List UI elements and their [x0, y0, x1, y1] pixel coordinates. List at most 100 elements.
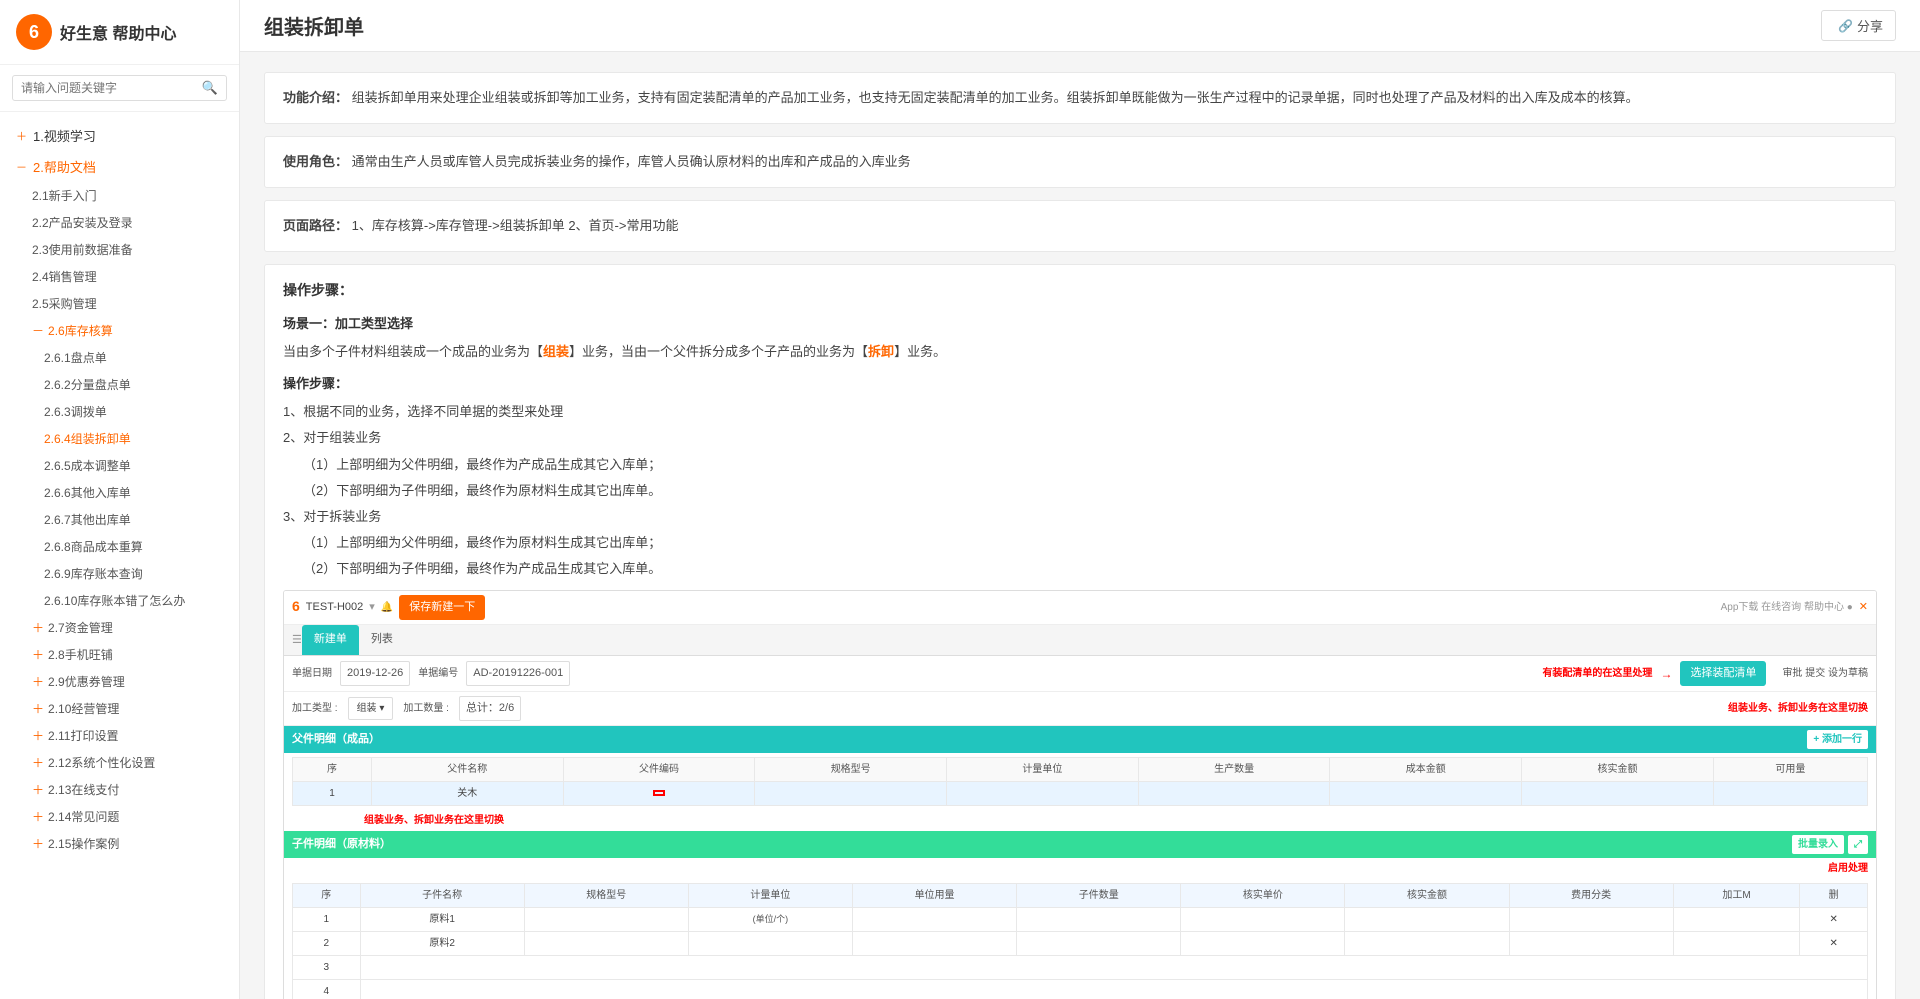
- nav-label-213: 2.13在线支付: [48, 781, 119, 798]
- nav-item-214[interactable]: ＋ 2.14常见问题: [0, 803, 239, 830]
- th-unit: 计量单位: [947, 757, 1139, 781]
- share-icon: 🔗: [1838, 19, 1853, 33]
- nav-item-264[interactable]: 2.6.4组装拆卸单: [0, 425, 239, 452]
- nav-item-213[interactable]: ＋ 2.13在线支付: [0, 776, 239, 803]
- nav-item-212[interactable]: ＋ 2.12系统个性化设置: [0, 749, 239, 776]
- mock-tab-new[interactable]: 新建单: [302, 625, 359, 656]
- ops-card: 操作步骤： 场景一：加工类型选择 当由多个子件材料组装成一个成品的业务为【组装】…: [264, 264, 1896, 999]
- path-card: 页面路径： 1、库存核算->库存管理->组装拆卸单 2、首页->常用功能: [264, 200, 1896, 252]
- mock-type-label: 加工类型 :: [292, 700, 338, 717]
- section-header-actions: + 添加一行: [1807, 730, 1868, 749]
- mock-orange-btn[interactable]: 保存新建一下: [399, 595, 485, 620]
- mock-annotation2-row: 组装业务、拆卸业务在这里切换: [284, 810, 1876, 831]
- mock-type-select[interactable]: 组装 ▾: [348, 697, 394, 720]
- batch-add-btn[interactable]: 批量录入: [1792, 835, 1844, 854]
- mock-toolbar: 单据日期 2019-12-26 单据编号 AD-20191226-001 有装配…: [284, 656, 1876, 692]
- annotation3-text: 启用处理: [1828, 860, 1868, 877]
- nav-item-videos[interactable]: ＋ 1.视频学习: [0, 120, 239, 151]
- nav-item-23[interactable]: 2.3使用前数据准备: [0, 236, 239, 263]
- top-bar: 组装拆卸单 🔗 分享: [240, 0, 1920, 52]
- scenario1-desc-text: 当由多个子件材料组装成一个成品的业务为【组装】业务，当由一个父件拆分成多个子产品…: [283, 344, 946, 359]
- mock-bill-label: 单据编号: [418, 665, 458, 682]
- table-row: 4: [293, 979, 1868, 999]
- mock-left-nav: ☰: [292, 625, 302, 656]
- annotation1: 有装配清单的在这里处理: [1542, 665, 1652, 682]
- mock-bill-field: AD-20191226-001: [466, 661, 570, 686]
- nav-item-269[interactable]: 2.6.9库存账本查询: [0, 560, 239, 587]
- nav-item-267[interactable]: 2.6.7其他出库单: [0, 506, 239, 533]
- search-input[interactable]: [21, 81, 202, 95]
- th-seq: 序: [293, 757, 372, 781]
- nav-label-263: 2.6.3调拨单: [44, 405, 107, 419]
- minus-icon: －: [16, 159, 27, 175]
- nav-item-22[interactable]: 2.2产品安装及登录: [0, 209, 239, 236]
- scenario1-desc: 当由多个子件材料组装成一个成品的业务为【组装】业务，当由一个父件拆分成多个子产品…: [283, 341, 1877, 363]
- nav-item-265[interactable]: 2.6.5成本调整单: [0, 452, 239, 479]
- mock-date-field: 2019-12-26: [340, 661, 410, 686]
- nav-item-215[interactable]: ＋ 2.15操作案例: [0, 830, 239, 857]
- nav-item-28[interactable]: ＋ 2.8手机旺铺: [0, 641, 239, 668]
- ops-heading: 操作步骤：: [283, 279, 1877, 303]
- mock-top-table-wrapper: 序 父件名称 父件编码 规格型号 计量单位 生产数量 成本金额 核实金额 可用量: [284, 753, 1876, 810]
- annotation2-text: 组装业务、拆卸业务在这里切换: [364, 812, 504, 829]
- mock-tab-list[interactable]: 列表: [359, 625, 405, 656]
- mock-teal-btn[interactable]: 选择装配清单: [1680, 661, 1766, 686]
- intro-label: 功能介绍：: [283, 90, 348, 105]
- page-title: 组装拆卸单: [264, 11, 364, 40]
- nav-item-263[interactable]: 2.6.3调拨单: [0, 398, 239, 425]
- nav-item-25[interactable]: 2.5采购管理: [0, 290, 239, 317]
- annotation2: 组装业务、拆卸业务在这里切换: [1728, 700, 1868, 717]
- step3-1: （1）上部明细为父件明细，最终作为原材料生成其它出库单；: [283, 532, 1877, 554]
- intro-text: 组装拆卸单用来处理企业组装或拆卸等加工业务，支持有固定装配清单的产品加工业务，也…: [352, 90, 1639, 105]
- arrow-right-icon: →: [1660, 664, 1672, 684]
- nav-item-266[interactable]: 2.6.6其他入库单: [0, 479, 239, 506]
- content-area: 功能介绍： 组装拆卸单用来处理企业组装或拆卸等加工业务，支持有固定装配清单的产品…: [240, 52, 1920, 999]
- nav-item-docs[interactable]: － 2.帮助文档: [0, 151, 239, 182]
- plus-icon-215: ＋: [32, 835, 44, 852]
- search-box[interactable]: 🔍: [12, 75, 227, 101]
- nav-label-268: 2.6.8商品成本重算: [44, 540, 143, 554]
- nav-label-266: 2.6.6其他入库单: [44, 486, 131, 500]
- add-row-btn[interactable]: + 添加一行: [1807, 730, 1868, 749]
- nav-label-25: 2.5采购管理: [32, 297, 97, 311]
- mock-date-label: 单据日期: [292, 665, 332, 682]
- nav-item-268[interactable]: 2.6.8商品成本重算: [0, 533, 239, 560]
- plus-icon-28: ＋: [32, 646, 44, 663]
- step1: 1、根据不同的业务，选择不同单据的类型来处理: [283, 401, 1877, 423]
- search-icon[interactable]: 🔍: [202, 80, 218, 96]
- nav-item-262[interactable]: 2.6.2分量盘点单: [0, 371, 239, 398]
- scenario1-heading: 场景一：加工类型选择: [283, 313, 1877, 335]
- mock-tabs: ☰ 新建单 列表: [284, 625, 1876, 657]
- nav-item-21[interactable]: 2.1新手入门: [0, 182, 239, 209]
- plus-icon-212: ＋: [32, 754, 44, 771]
- plus-icon-213: ＋: [32, 781, 44, 798]
- nav-label-23: 2.3使用前数据准备: [32, 243, 133, 257]
- plus-icon-214: ＋: [32, 808, 44, 825]
- mock-bottom-table-wrapper: 序 子件名称 规格型号 计量单位 单位用量 子件数量 核实单价 核实金额 费用分…: [284, 883, 1876, 999]
- mock-bottom-header: 子件明细（原材料） 批量录入 ⤢: [284, 831, 1876, 858]
- expand-btn[interactable]: ⤢: [1848, 835, 1868, 854]
- mock-num-field: 总计：2/6: [459, 696, 521, 721]
- nav-label-27: 2.7资金管理: [48, 619, 113, 636]
- step2-2: （2）下部明细为子件明细，最终作为原材料生成其它出库单。: [283, 480, 1877, 502]
- logo-area: 6 好生意 帮助中心: [0, 0, 239, 65]
- nav-item-210[interactable]: ＋ 2.10经营管理: [0, 695, 239, 722]
- sidebar: 6 好生意 帮助中心 🔍 ＋ 1.视频学习 － 2.帮助文档 2.1新手入门: [0, 0, 240, 999]
- nav-item-29[interactable]: ＋ 2.9优惠券管理: [0, 668, 239, 695]
- nav-section-videos: ＋ 1.视频学习: [0, 120, 239, 151]
- nav-item-26[interactable]: － 2.6库存核算: [0, 317, 239, 344]
- plus-icon-27: ＋: [32, 619, 44, 636]
- nav-item-261[interactable]: 2.6.1盘点单: [0, 344, 239, 371]
- nav-sub-26: 2.6.1盘点单 2.6.2分量盘点单 2.6.3调拨单 2.6.4组装拆卸单 …: [0, 344, 239, 614]
- table-row: 3: [293, 955, 1868, 979]
- nav-item-27[interactable]: ＋ 2.7资金管理: [0, 614, 239, 641]
- nav-item-2610[interactable]: 2.6.10库存账本错了怎么办: [0, 587, 239, 614]
- nav-label-29: 2.9优惠券管理: [48, 673, 125, 690]
- step3-2: （2）下部明细为子件明细，最终作为产成品生成其它入库单。: [283, 558, 1877, 580]
- annotation3-row: 启用处理: [284, 858, 1876, 879]
- nav-item-docs-label: 2.帮助文档: [33, 157, 96, 176]
- share-button[interactable]: 🔗 分享: [1821, 10, 1896, 41]
- nav-item-211[interactable]: ＋ 2.11打印设置: [0, 722, 239, 749]
- nav-item-24[interactable]: 2.4销售管理: [0, 263, 239, 290]
- mock-logo: 6: [292, 595, 300, 619]
